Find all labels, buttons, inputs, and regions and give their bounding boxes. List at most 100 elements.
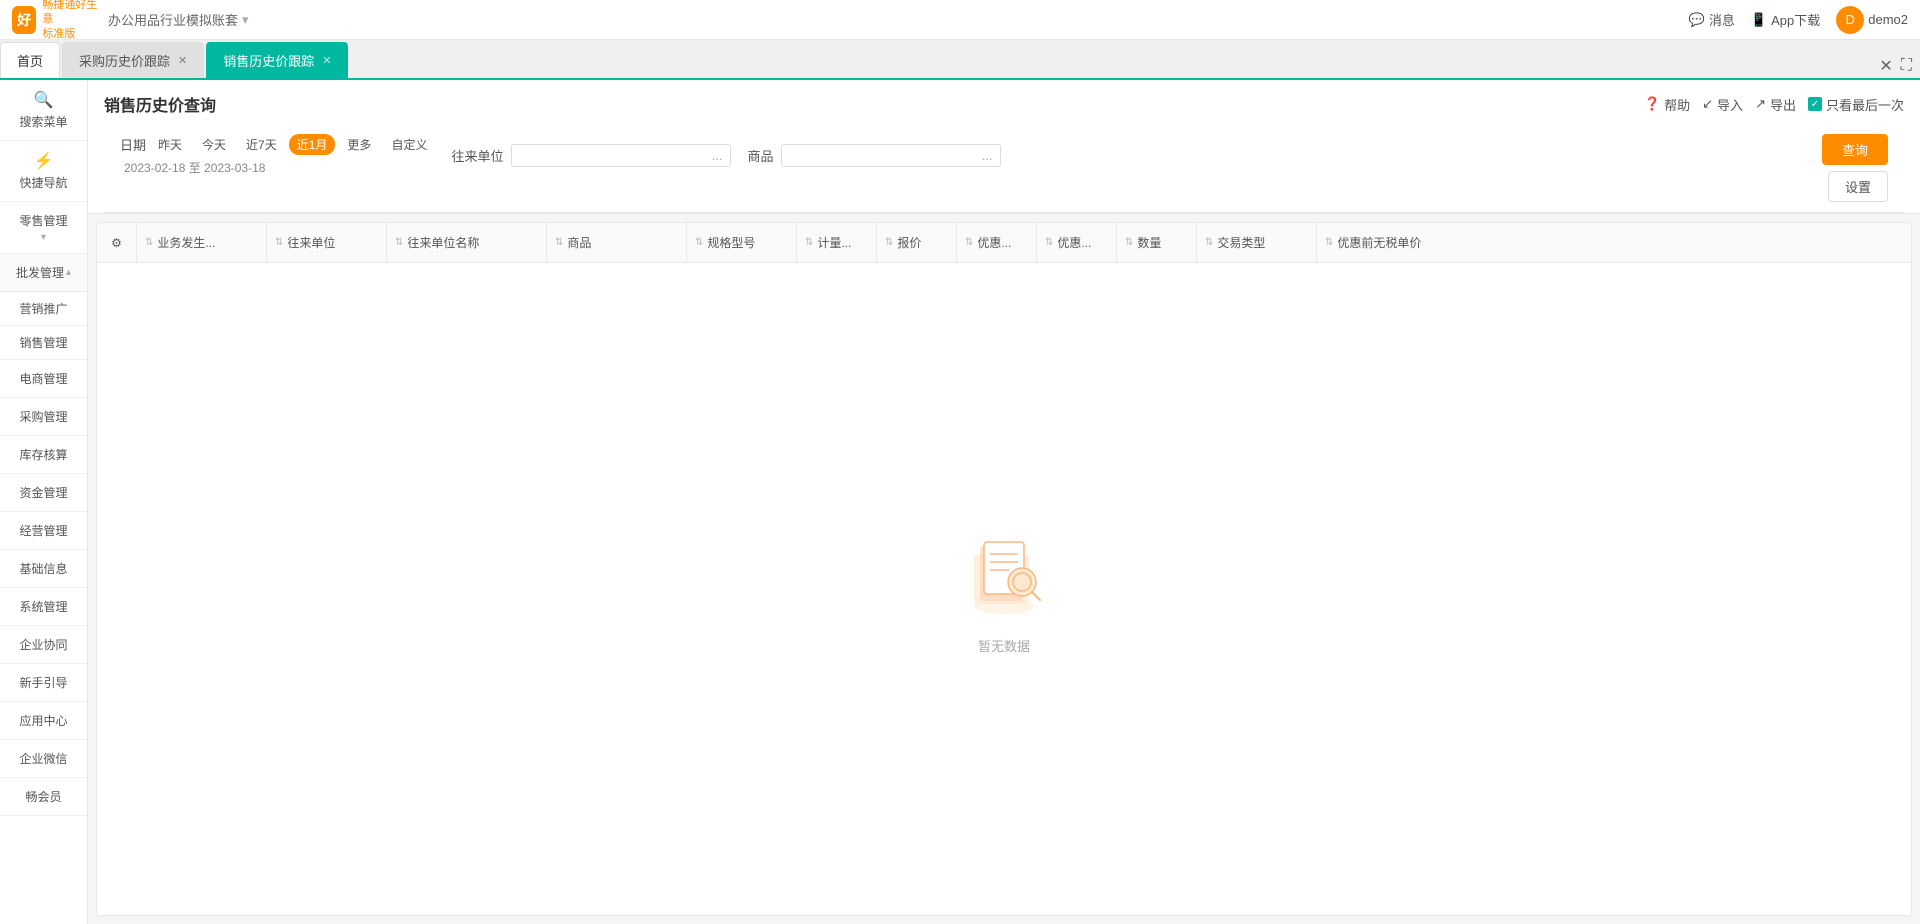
sidebar-item-sales-mgmt[interactable]: 销售管理 [0,326,87,360]
retail-arrow-icon: ▾ [41,232,46,243]
sidebar-retail-label: 零售管理 [19,212,67,229]
header-right: 💬 消息 📱 App下载 D demo2 [1689,6,1908,34]
dropdown-icon[interactable]: ▾ [242,12,249,28]
sidebar-item-search-menu[interactable]: 🔍 搜索菜单 [0,80,87,141]
logo-icon: 好 [12,6,36,34]
sidebar-item-enterprise-wechat[interactable]: 企业微信 [0,740,87,778]
sidebar-item-enterprise-collab[interactable]: 企业协同 [0,626,87,664]
sidebar-purchase-label: 采购管理 [19,408,67,425]
sort-icon-discount1: ⇅ [965,237,973,248]
date-option-1month[interactable]: 近1月 [289,134,336,155]
th-qty[interactable]: ⇅ 数量 [1117,223,1197,262]
sidebar-item-inventory[interactable]: 库存核算 [0,436,87,474]
sidebar-item-quick-nav[interactable]: ⚡ 快捷导航 [0,141,87,202]
date-option-yesterday[interactable]: 昨天 [150,134,190,155]
sidebar-newguide-label: 新手引导 [19,674,67,691]
filter-bar: 日期 昨天 今天 近7天 近1月 更多 自定义 2023- [104,124,1904,213]
filter-left: 日期 昨天 今天 近7天 近1月 更多 自定义 2023- [120,134,1822,176]
close-all-icon[interactable]: ✕ [1879,56,1892,76]
sidebar-item-app-center[interactable]: 应用中心 [0,702,87,740]
only-last-checkbox-area[interactable]: ✓ 只看最后一次 [1808,95,1904,114]
sidebar-item-new-guide[interactable]: 新手引导 [0,664,87,702]
sidebar-ecommerce-label: 电商管理 [19,370,67,387]
product-filter-group: 商品 ... [747,144,1001,167]
th-quote-price[interactable]: ⇅ 报价 [877,223,957,262]
product-filter-input[interactable]: ... [781,144,1001,167]
help-btn[interactable]: ❓ 帮助 [1644,95,1690,114]
th-unit-name[interactable]: ⇅ 往来单位名称 [387,223,547,262]
sidebar-item-wholesale[interactable]: 批发管理 ▴ [0,254,87,292]
th-calc-unit[interactable]: ⇅ 计量... [797,223,877,262]
empty-state-icon [954,524,1054,624]
user-avatar-area[interactable]: D demo2 [1836,6,1908,34]
sidebar-wechat-label: 企业微信 [19,750,67,767]
th-tax-price[interactable]: ⇅ 优惠前无税单价 [1317,223,1911,262]
page-header: 销售历史价查询 ❓ 帮助 ↙ 导入 ↗ 导出 ✓ [88,80,1920,214]
query-button[interactable]: 查询 [1822,134,1888,165]
tab-bar-right: ✕ ⛶ [1879,56,1920,78]
app-download-btn[interactable]: 📱 App下载 [1751,10,1820,29]
message-icon: 💬 [1689,12,1705,28]
sidebar-search-label: 搜索菜单 [19,113,67,130]
page-header-actions: ❓ 帮助 ↙ 导入 ↗ 导出 ✓ 只看最后一次 [1644,95,1904,114]
sidebar-inventory-label: 库存核算 [19,446,67,463]
sort-icon-qty: ⇅ [1125,237,1133,248]
tab-home-label: 首页 [17,51,43,70]
sidebar-item-operations[interactable]: 经营管理 [0,512,87,550]
date-option-more[interactable]: 更多 [339,134,379,155]
partner-filter-group: 往来单位 ... [451,144,731,167]
th-discount1[interactable]: ⇅ 优惠... [957,223,1037,262]
date-options: 昨天 今天 近7天 近1月 更多 自定义 [150,134,435,155]
th-trade-type[interactable]: ⇅ 交易类型 [1197,223,1317,262]
sidebar-item-ecommerce[interactable]: 电商管理 [0,360,87,398]
sidebar-item-member[interactable]: 畅会员 [0,778,87,816]
tab-purchase-label: 采购历史价跟踪 [79,51,170,70]
sidebar-quicknav-label: 快捷导航 [19,174,67,191]
sidebar-item-purchase[interactable]: 采购管理 [0,398,87,436]
import-btn[interactable]: ↙ 导入 [1702,95,1743,114]
sidebar-salesmgmt-label: 销售管理 [19,334,67,351]
tab-home[interactable]: 首页 [0,42,60,78]
partner-filter-input[interactable]: ... [511,144,731,167]
tab-sales-history[interactable]: 销售历史价跟踪 ✕ [206,42,348,78]
th-spec[interactable]: ⇅ 规格型号 [687,223,797,262]
sort-icon-discount2: ⇅ [1045,237,1053,248]
th-product[interactable]: ⇅ 商品 [547,223,687,262]
message-btn[interactable]: 💬 消息 [1689,10,1735,29]
sidebar-operations-label: 经营管理 [19,522,67,539]
product-input-dots: ... [982,148,993,163]
date-option-7days[interactable]: 近7天 [238,134,285,155]
partner-input-dots: ... [712,148,723,163]
sidebar: 🔍 搜索菜单 ⚡ 快捷导航 零售管理 ▾ 批发管理 ▴ 营销推广 销售管理 电商… [0,80,88,924]
export-btn[interactable]: ↗ 导出 [1755,95,1796,114]
th-date[interactable]: ⇅ 业务发生... [137,223,267,262]
settings-gear-icon[interactable]: ⚙ [111,236,122,250]
sidebar-item-marketing[interactable]: 营销推广 [0,292,87,326]
th-settings[interactable]: ⚙ [97,223,137,262]
search-menu-icon: 🔍 [34,90,54,110]
quick-nav-icon: ⚡ [34,151,54,171]
fullscreen-icon[interactable]: ⛶ [1901,57,1912,75]
tab-sales-close[interactable]: ✕ [322,54,331,67]
th-unit-code[interactable]: ⇅ 往来单位 [267,223,387,262]
sidebar-marketing-label: 营销推广 [19,300,67,317]
tab-purchase-history[interactable]: 采购历史价跟踪 ✕ [62,42,204,78]
avatar: D [1836,6,1864,34]
date-option-custom[interactable]: 自定义 [383,134,435,155]
date-range-text: 2023-02-18 至 2023-03-18 [124,159,435,176]
sidebar-item-finance[interactable]: 资金管理 [0,474,87,512]
sort-icon-unit-code: ⇅ [275,237,283,248]
sidebar-item-basic-info[interactable]: 基础信息 [0,550,87,588]
sidebar-item-system[interactable]: 系统管理 [0,588,87,626]
th-discount2[interactable]: ⇅ 优惠... [1037,223,1117,262]
date-option-today[interactable]: 今天 [194,134,234,155]
sidebar-wholesale-label: 批发管理 [16,264,64,281]
tab-purchase-close[interactable]: ✕ [178,54,187,67]
table-empty-body: 暂无数据 [97,263,1911,915]
only-last-checkbox[interactable]: ✓ [1808,97,1822,111]
sidebar-collab-label: 企业协同 [19,636,67,653]
settings-button[interactable]: 设置 [1828,171,1888,202]
sidebar-item-retail[interactable]: 零售管理 ▾ [0,202,87,254]
sidebar-appcenter-label: 应用中心 [19,712,67,729]
content-area: 销售历史价查询 ❓ 帮助 ↙ 导入 ↗ 导出 ✓ [88,80,1920,924]
